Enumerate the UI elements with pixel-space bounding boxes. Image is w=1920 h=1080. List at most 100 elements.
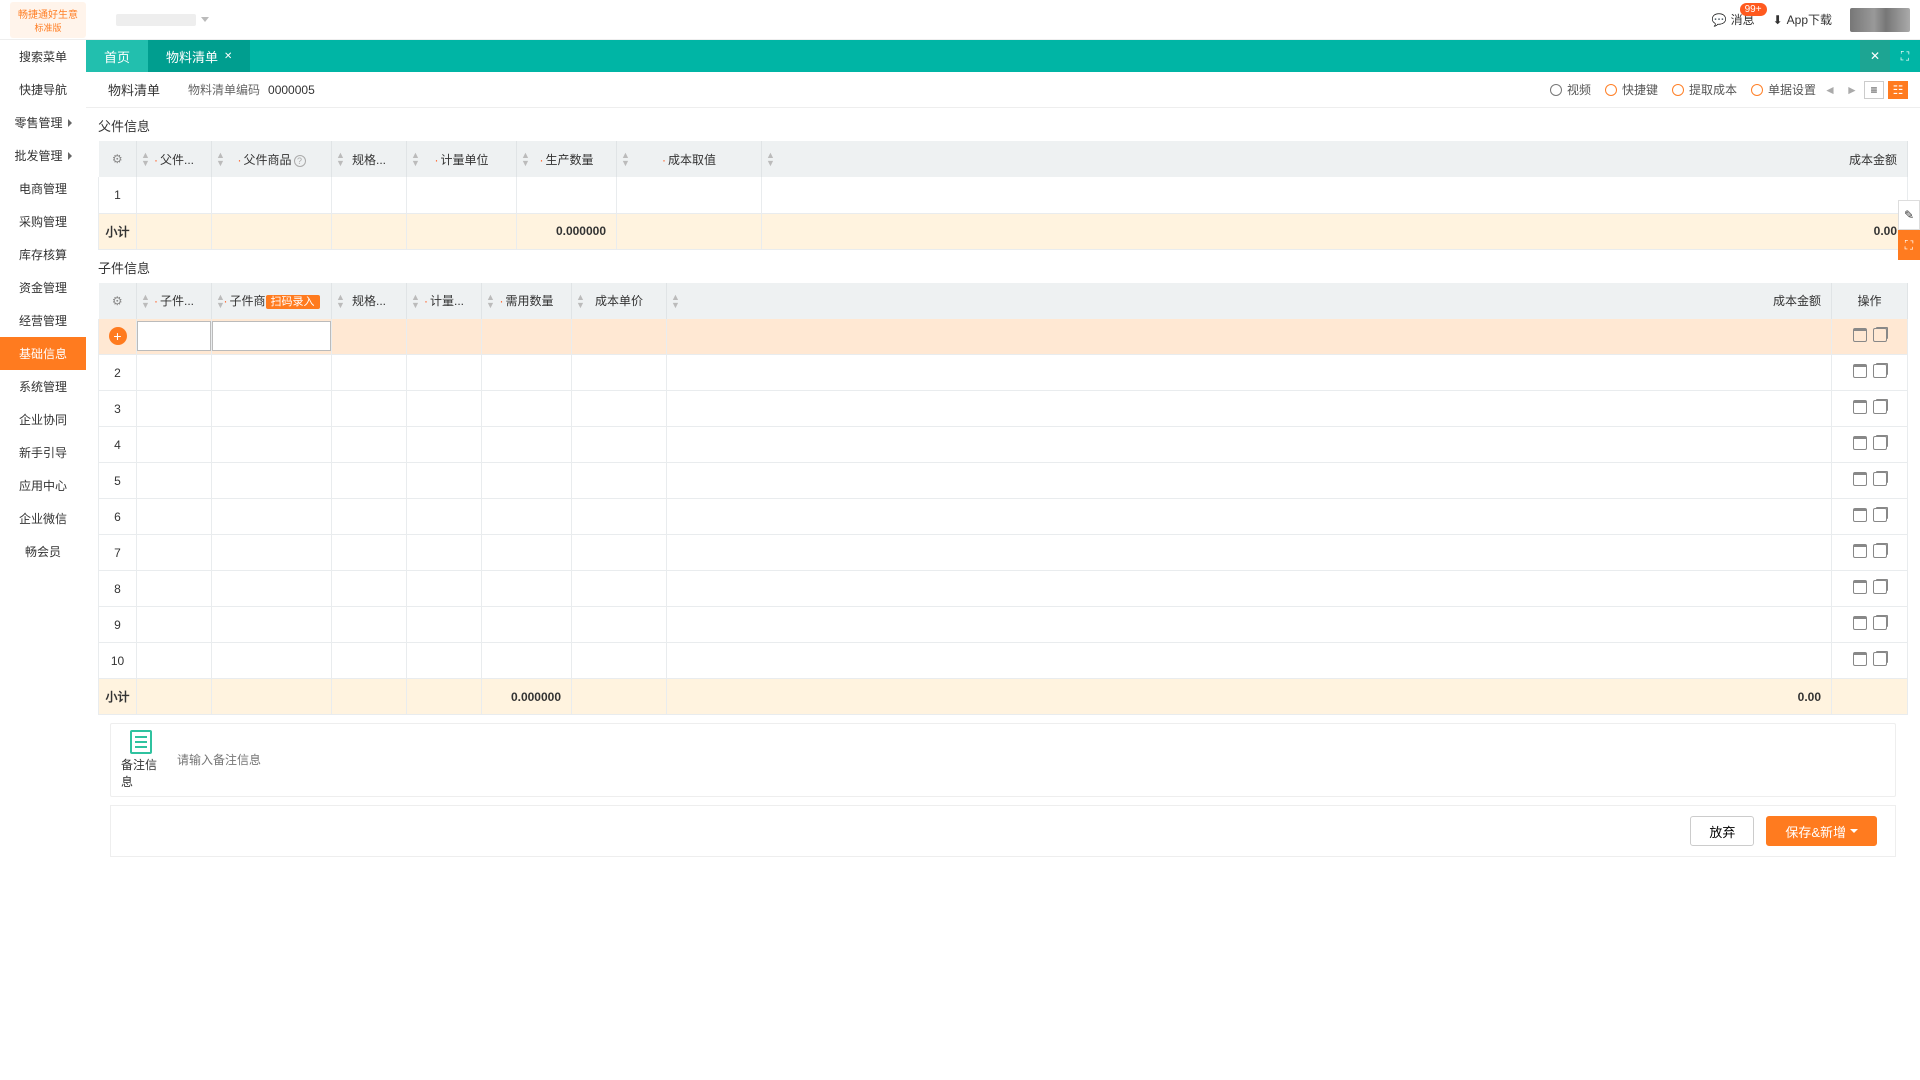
sort-icon[interactable]: ▲▼ — [576, 293, 585, 309]
copy-icon[interactable] — [1873, 436, 1887, 450]
view-list-button[interactable]: ≡ — [1864, 81, 1884, 99]
app-download-button[interactable]: ⬇ App下载 — [1773, 11, 1832, 28]
delete-icon[interactable] — [1853, 544, 1867, 558]
discard-button[interactable]: 放弃 — [1690, 816, 1754, 846]
sidebar-item-label: 经营管理 — [19, 312, 67, 329]
delete-icon[interactable] — [1853, 652, 1867, 666]
sort-icon[interactable]: ▲▼ — [621, 151, 630, 167]
add-row-button[interactable]: + — [109, 327, 127, 345]
gear-icon — [1751, 84, 1763, 96]
sort-icon[interactable]: ▲▼ — [521, 151, 530, 167]
view-form-button[interactable]: ☷ — [1888, 81, 1908, 99]
sort-icon[interactable]: ▲▼ — [486, 293, 495, 309]
child-prod-input[interactable] — [212, 321, 331, 351]
tab-home[interactable]: 首页 — [86, 40, 148, 72]
close-icon[interactable]: ✕ — [224, 51, 232, 62]
delete-icon[interactable] — [1853, 400, 1867, 414]
hotkey-button[interactable]: 快捷键 — [1605, 81, 1658, 98]
sort-icon[interactable]: ▲▼ — [411, 293, 420, 309]
parent-row[interactable]: 1 — [99, 177, 1908, 213]
sort-icon[interactable]: ▲▼ — [336, 293, 345, 309]
docsetting-button[interactable]: 单据设置 — [1751, 81, 1816, 98]
sidebar-item-12[interactable]: 新手引导 — [0, 436, 86, 469]
float-expand-button[interactable]: ⛶ — [1898, 230, 1920, 260]
messages-button[interactable]: 💬 消息 99+ — [1712, 11, 1755, 28]
child-row[interactable]: 8 — [99, 571, 1908, 607]
copy-icon[interactable] — [1873, 652, 1887, 666]
child-row[interactable]: 10 — [99, 643, 1908, 679]
save-and-new-button[interactable]: 保存&新增 — [1766, 816, 1877, 846]
sidebar-item-15[interactable]: 畅会员 — [0, 535, 86, 568]
user-avatar[interactable] — [1850, 8, 1910, 32]
tabbar-close-button[interactable]: ✕ — [1860, 40, 1890, 72]
org-selector[interactable] — [96, 14, 229, 26]
next-button[interactable]: ► — [1844, 83, 1860, 97]
sidebar-item-14[interactable]: 企业微信 — [0, 502, 86, 535]
copy-icon[interactable] — [1873, 328, 1887, 342]
sidebar-item-1[interactable]: 快捷导航 — [0, 73, 86, 106]
copy-icon[interactable] — [1873, 544, 1887, 558]
prev-button[interactable]: ◄ — [1822, 83, 1838, 97]
parent-subtotal-row: 小计 0.000000 0.00 — [99, 213, 1908, 249]
sort-icon[interactable]: ▲▼ — [216, 293, 225, 309]
sidebar-item-8[interactable]: 经营管理 — [0, 304, 86, 337]
child-subtotal-label: 小计 — [99, 679, 137, 715]
help-icon[interactable]: ? — [294, 155, 306, 167]
copy-icon[interactable] — [1873, 400, 1887, 414]
child-row[interactable]: 3 — [99, 391, 1908, 427]
delete-icon[interactable] — [1853, 580, 1867, 594]
sidebar-item-5[interactable]: 采购管理 — [0, 205, 86, 238]
sort-icon[interactable]: ▲▼ — [411, 151, 420, 167]
tab-bom[interactable]: 物料清单 ✕ — [148, 40, 250, 72]
sort-icon[interactable]: ▲▼ — [671, 293, 680, 309]
delete-icon[interactable] — [1853, 436, 1867, 450]
sidebar-item-13[interactable]: 应用中心 — [0, 469, 86, 502]
sidebar-item-0[interactable]: 搜索菜单 — [0, 40, 86, 73]
page-tab-bom[interactable]: 物料清单 — [98, 80, 170, 99]
gear-icon[interactable]: ⚙ — [112, 152, 123, 166]
child-row[interactable]: 7 — [99, 535, 1908, 571]
delete-icon[interactable] — [1853, 472, 1867, 486]
video-button[interactable]: 视频 — [1550, 81, 1591, 98]
tabbar-expand-button[interactable]: ⛶ — [1890, 40, 1920, 72]
sort-icon[interactable]: ▲▼ — [141, 151, 150, 167]
sort-icon[interactable]: ▲▼ — [766, 151, 775, 167]
scan-badge[interactable]: 扫码录入 — [266, 295, 320, 309]
sidebar-item-10[interactable]: 系统管理 — [0, 370, 86, 403]
sort-icon[interactable]: ▲▼ — [141, 293, 150, 309]
sidebar-item-9[interactable]: 基础信息 — [0, 337, 86, 370]
sort-icon[interactable]: ▲▼ — [216, 151, 225, 167]
sidebar-item-4[interactable]: 电商管理 — [0, 172, 86, 205]
gear-icon[interactable]: ⚙ — [112, 294, 123, 308]
copy-icon[interactable] — [1873, 364, 1887, 378]
bom-code-label: 物料清单编码 — [188, 81, 260, 98]
child-row[interactable]: 9 — [99, 607, 1908, 643]
remark-input[interactable] — [177, 740, 1885, 780]
sidebar-item-3[interactable]: 批发管理 — [0, 139, 86, 172]
child-row[interactable]: 2 — [99, 355, 1908, 391]
copy-icon[interactable] — [1873, 616, 1887, 630]
child-row[interactable]: + — [99, 319, 1908, 355]
child-code-input[interactable] — [137, 321, 211, 351]
child-row[interactable]: 5 — [99, 463, 1908, 499]
child-subtotal-qty: 0.000000 — [482, 679, 572, 715]
sidebar-item-11[interactable]: 企业协同 — [0, 403, 86, 436]
col-child-unit: 计量... — [430, 294, 464, 308]
page-header: 物料清单 物料清单编码 0000005 视频 快捷键 提取成本 单据设置 ◄ ►… — [86, 72, 1920, 108]
sidebar-item-2[interactable]: 零售管理 — [0, 106, 86, 139]
delete-icon[interactable] — [1853, 508, 1867, 522]
copy-icon[interactable] — [1873, 472, 1887, 486]
fetchcost-button[interactable]: 提取成本 — [1672, 81, 1737, 98]
sidebar-item-6[interactable]: 库存核算 — [0, 238, 86, 271]
delete-icon[interactable] — [1853, 616, 1867, 630]
float-edit-button[interactable]: ✎ — [1898, 200, 1920, 230]
sort-icon[interactable]: ▲▼ — [336, 151, 345, 167]
delete-icon[interactable] — [1853, 364, 1867, 378]
delete-icon[interactable] — [1853, 328, 1867, 342]
sidebar-item-7[interactable]: 资金管理 — [0, 271, 86, 304]
child-row[interactable]: 4 — [99, 427, 1908, 463]
copy-icon[interactable] — [1873, 580, 1887, 594]
copy-icon[interactable] — [1873, 508, 1887, 522]
child-row[interactable]: 6 — [99, 499, 1908, 535]
app-download-label: App下载 — [1787, 11, 1832, 28]
